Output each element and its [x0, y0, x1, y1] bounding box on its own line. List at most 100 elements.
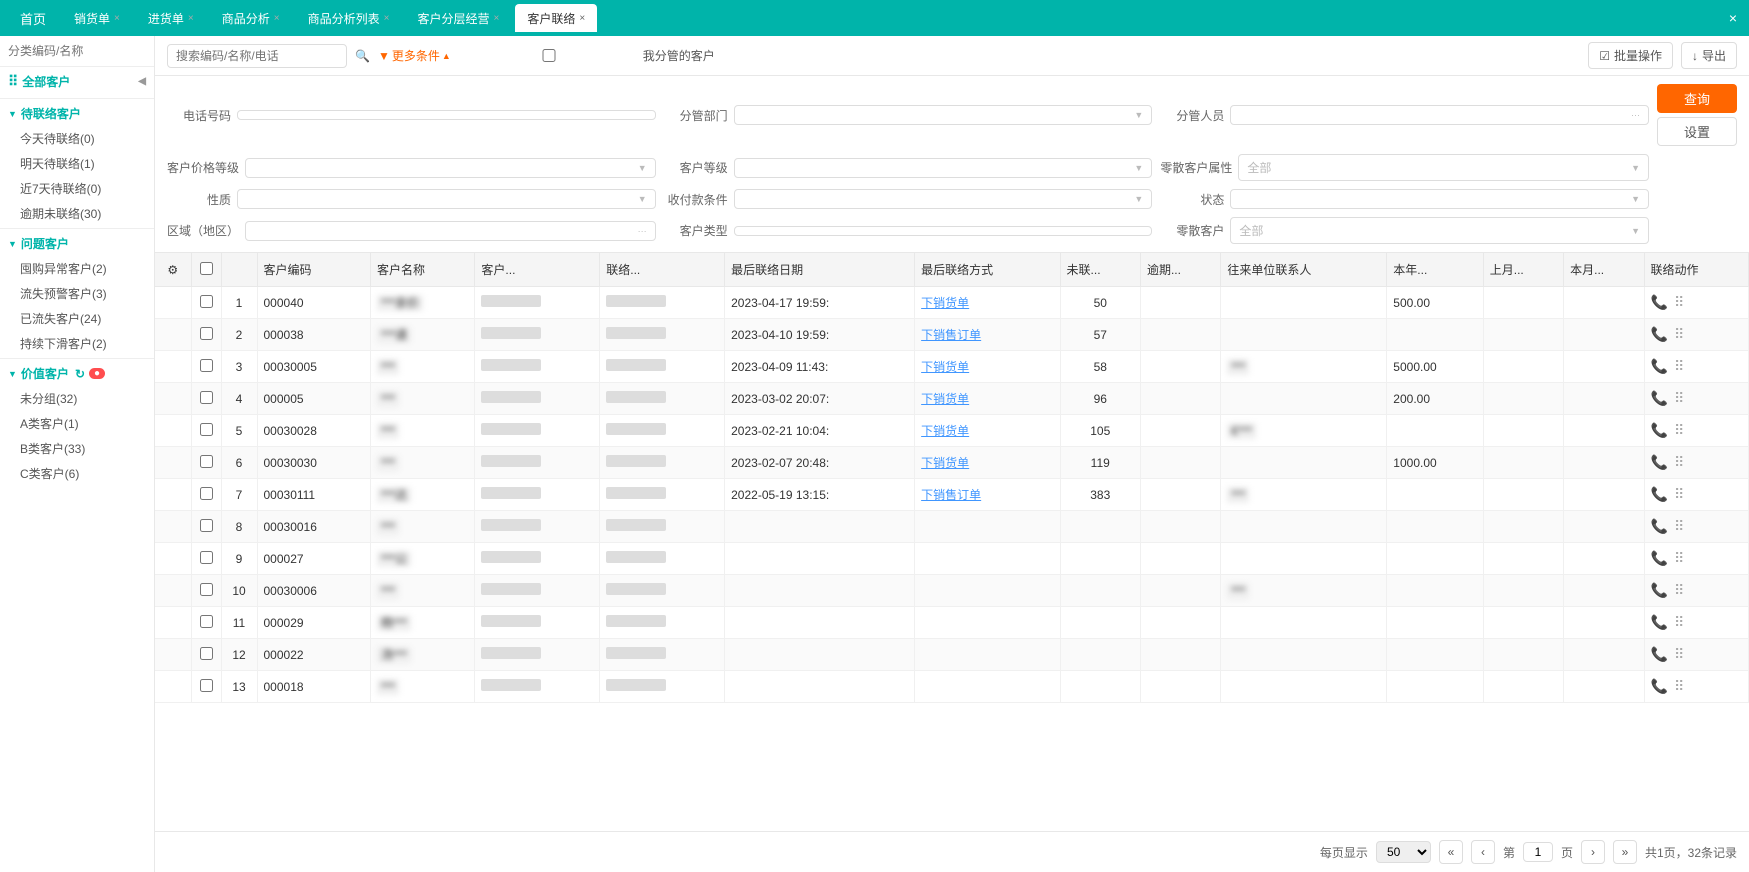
col-unit-contact[interactable]: 往来单位联系人 [1221, 253, 1387, 287]
sidebar-item-overdue[interactable]: 逾期未联络(30) [0, 201, 154, 226]
cell-last-method[interactable] [915, 575, 1060, 607]
nav-tab-purchase[interactable]: 进货单 × [136, 4, 206, 32]
sidebar-item-ungrouped[interactable]: 未分组(32) [0, 386, 154, 411]
more-action-icon[interactable]: ⠿ [1674, 326, 1684, 343]
cell-last-method[interactable]: 下销售订单 [915, 319, 1060, 351]
nav-tab-sales[interactable]: 销货单 × [62, 4, 132, 32]
cell-last-method[interactable]: 下销货单 [915, 351, 1060, 383]
row-checkbox[interactable] [200, 423, 213, 436]
more-action-icon[interactable]: ⠿ [1674, 582, 1684, 599]
phone-action-icon[interactable]: 📞 [1651, 550, 1668, 567]
more-action-icon[interactable]: ⠿ [1674, 358, 1684, 375]
cell-check[interactable] [191, 287, 221, 319]
select-all-checkbox[interactable] [200, 262, 213, 275]
phone-action-icon[interactable]: 📞 [1651, 454, 1668, 471]
price-level-select[interactable]: ▼ [245, 158, 656, 178]
col-type[interactable]: 客户... [475, 253, 600, 287]
batch-op-btn[interactable]: ☑ 批量操作 [1588, 42, 1673, 69]
cell-last-method[interactable] [915, 607, 1060, 639]
cell-check[interactable] [191, 447, 221, 479]
status-select[interactable]: ▼ [1230, 189, 1649, 209]
search-btn[interactable]: 查询 [1657, 84, 1737, 113]
page-input[interactable] [1523, 842, 1553, 862]
col-last-date[interactable]: 最后联络日期 [725, 253, 915, 287]
cell-last-method[interactable]: 下销货单 [915, 287, 1060, 319]
sidebar-item-7days[interactable]: 近7天待联络(0) [0, 176, 154, 201]
nav-tab-customer-mgmt[interactable]: 客户分层经营 × [405, 4, 511, 32]
sidebar-group-problem[interactable]: ▼ 问题客户 [0, 231, 154, 256]
col-this-year[interactable]: 本年... [1387, 253, 1483, 287]
row-checkbox[interactable] [200, 487, 213, 500]
customer-level-select[interactable]: ▼ [734, 158, 1153, 178]
row-checkbox[interactable] [200, 327, 213, 340]
my-customers-check[interactable] [459, 49, 639, 62]
row-checkbox[interactable] [200, 551, 213, 564]
cell-check[interactable] [191, 479, 221, 511]
col-last-month[interactable]: 上月... [1483, 253, 1563, 287]
row-checkbox[interactable] [200, 455, 213, 468]
more-action-icon[interactable]: ⠿ [1674, 390, 1684, 407]
col-check[interactable] [191, 253, 221, 287]
phone-action-icon[interactable]: 📞 [1651, 294, 1668, 311]
sidebar-item-abnormal[interactable]: 囤购异常客户(2) [0, 256, 154, 281]
retail-select[interactable]: 全部▼ [1230, 217, 1649, 244]
cell-check[interactable] [191, 351, 221, 383]
row-checkbox[interactable] [200, 679, 213, 692]
nav-tab-customer-contact[interactable]: 客户联络 × [515, 4, 597, 32]
col-name[interactable]: 客户名称 [371, 253, 475, 287]
row-checkbox[interactable] [200, 359, 213, 372]
phone-action-icon[interactable]: 📞 [1651, 614, 1668, 631]
close-tab-sales[interactable]: × [114, 13, 120, 24]
cell-last-method[interactable]: 下销货单 [915, 383, 1060, 415]
search-icon[interactable]: 🔍 [355, 49, 370, 63]
sidebar-item-c-class[interactable]: C类客户(6) [0, 461, 154, 486]
phone-action-icon[interactable]: 📞 [1651, 486, 1668, 503]
cell-last-method[interactable]: 下销货单 [915, 447, 1060, 479]
phone-action-icon[interactable]: 📞 [1651, 646, 1668, 663]
col-uncontacted[interactable]: 未联... [1060, 253, 1140, 287]
col-last-method[interactable]: 最后联络方式 [915, 253, 1060, 287]
cell-last-method[interactable] [915, 671, 1060, 703]
col-code[interactable]: 客户编码 [257, 253, 371, 287]
close-all-tabs[interactable]: × [1725, 6, 1741, 30]
customer-type-select[interactable] [734, 226, 1153, 236]
close-tab-customer-mgmt[interactable]: × [493, 13, 499, 24]
sidebar-item-lost[interactable]: 已流失客户(24) [0, 306, 154, 331]
cell-last-method[interactable] [915, 639, 1060, 671]
first-page-btn[interactable]: « [1439, 840, 1463, 864]
reset-btn[interactable]: 设置 [1657, 117, 1737, 146]
cell-check[interactable] [191, 639, 221, 671]
cell-check[interactable] [191, 671, 221, 703]
more-action-icon[interactable]: ⠿ [1674, 518, 1684, 535]
row-checkbox[interactable] [200, 295, 213, 308]
sidebar-group-pending[interactable]: ▼ 待联络客户 [0, 101, 154, 126]
phone-action-icon[interactable]: 📞 [1651, 518, 1668, 535]
cell-last-method[interactable]: 下销售订单 [915, 479, 1060, 511]
row-checkbox[interactable] [200, 615, 213, 628]
sidebar-item-today[interactable]: 今天待联络(0) [0, 126, 154, 151]
export-btn[interactable]: ↓ 导出 [1681, 42, 1737, 69]
cell-check[interactable] [191, 319, 221, 351]
next-page-btn[interactable]: › [1581, 840, 1605, 864]
more-action-icon[interactable]: ⠿ [1674, 678, 1684, 695]
col-this-month[interactable]: 本月... [1564, 253, 1644, 287]
cell-check[interactable] [191, 607, 221, 639]
more-action-icon[interactable]: ⠿ [1674, 454, 1684, 471]
close-tab-analysis[interactable]: × [274, 13, 280, 24]
close-tab-purchase[interactable]: × [188, 13, 194, 24]
cell-last-method[interactable] [915, 511, 1060, 543]
sidebar-group-value[interactable]: ▼ 价值客户 ↻ ● [0, 361, 154, 386]
sidebar-item-a-class[interactable]: A类客户(1) [0, 411, 154, 436]
phone-input[interactable] [237, 110, 656, 120]
cell-check[interactable] [191, 415, 221, 447]
region-input[interactable]: ··· [245, 221, 656, 241]
row-checkbox[interactable] [200, 391, 213, 404]
payment-select[interactable]: ▼ [734, 189, 1153, 209]
more-action-icon[interactable]: ⠿ [1674, 422, 1684, 439]
sidebar-item-tomorrow[interactable]: 明天待联络(1) [0, 151, 154, 176]
per-page-select[interactable]: 50 100 200 [1376, 841, 1431, 863]
nav-tab-analysis-list[interactable]: 商品分析列表 × [296, 4, 402, 32]
cell-check[interactable] [191, 383, 221, 415]
cell-check[interactable] [191, 575, 221, 607]
row-checkbox[interactable] [200, 647, 213, 660]
